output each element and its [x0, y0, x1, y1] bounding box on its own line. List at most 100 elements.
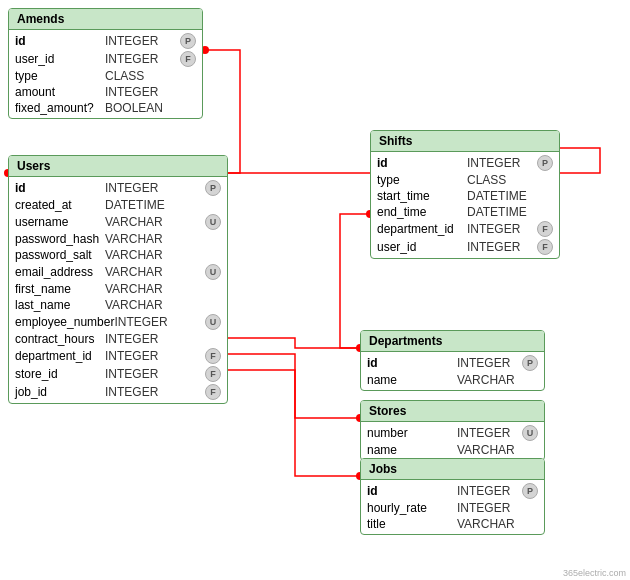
- badge-uk: U: [205, 314, 221, 330]
- col-type: VARCHAR: [105, 215, 201, 229]
- col-type: INTEGER: [105, 52, 176, 66]
- table-departments-header: Departments: [361, 331, 544, 352]
- col-type: BOOLEAN: [105, 101, 196, 115]
- connector-users-stores: [220, 354, 360, 418]
- col-type: VARCHAR: [457, 517, 538, 531]
- table-stores-body: number INTEGER U name VARCHAR: [361, 422, 544, 460]
- table-row: hourly_rate INTEGER: [361, 500, 544, 516]
- col-type: DATETIME: [105, 198, 221, 212]
- table-amends-header: Amends: [9, 9, 202, 30]
- col-type: INTEGER: [105, 181, 201, 195]
- table-users-body: id INTEGER P created_at DATETIME usernam…: [9, 177, 227, 403]
- table-row: department_id INTEGER F: [371, 220, 559, 238]
- badge-fk: F: [205, 366, 221, 382]
- col-type: DATETIME: [467, 189, 553, 203]
- table-departments: Departments id INTEGER P name VARCHAR: [360, 330, 545, 391]
- col-name: department_id: [15, 349, 105, 363]
- col-name: id: [367, 484, 457, 498]
- table-shifts: Shifts id INTEGER P type CLASS start_tim…: [370, 130, 560, 259]
- table-row: title VARCHAR: [361, 516, 544, 532]
- badge-uk: U: [205, 214, 221, 230]
- table-row: store_id INTEGER F: [9, 365, 227, 383]
- col-name: job_id: [15, 385, 105, 399]
- col-type: INTEGER: [457, 501, 538, 515]
- col-type: INTEGER: [457, 426, 518, 440]
- col-name: id: [377, 156, 467, 170]
- table-row: number INTEGER U: [361, 424, 544, 442]
- col-type: INTEGER: [467, 156, 533, 170]
- table-row: type CLASS: [371, 172, 559, 188]
- col-name: name: [367, 373, 457, 387]
- badge-fk: F: [537, 221, 553, 237]
- col-type: INTEGER: [457, 356, 518, 370]
- table-row: id INTEGER P: [361, 354, 544, 372]
- col-type: INTEGER: [105, 85, 196, 99]
- badge-fk: F: [205, 348, 221, 364]
- col-type: INTEGER: [467, 240, 533, 254]
- badge-pk: P: [522, 355, 538, 371]
- table-row: password_salt VARCHAR: [9, 247, 227, 263]
- badge-pk: P: [522, 483, 538, 499]
- watermark: 365electric.com: [563, 568, 626, 578]
- table-row: name VARCHAR: [361, 442, 544, 458]
- col-name: last_name: [15, 298, 105, 312]
- col-name: name: [367, 443, 457, 457]
- table-amends: Amends id INTEGER P user_id INTEGER F ty…: [8, 8, 203, 119]
- col-type: VARCHAR: [457, 373, 538, 387]
- table-shifts-body: id INTEGER P type CLASS start_time DATET…: [371, 152, 559, 258]
- table-row: amount INTEGER: [9, 84, 202, 100]
- col-type: INTEGER: [105, 34, 176, 48]
- table-jobs-body: id INTEGER P hourly_rate INTEGER title V…: [361, 480, 544, 534]
- col-name: amount: [15, 85, 105, 99]
- col-name: created_at: [15, 198, 105, 212]
- col-name: id: [15, 181, 105, 195]
- col-type: INTEGER: [457, 484, 518, 498]
- col-type: VARCHAR: [105, 265, 201, 279]
- table-row: last_name VARCHAR: [9, 297, 227, 313]
- table-users: Users id INTEGER P created_at DATETIME u…: [8, 155, 228, 404]
- col-type: INTEGER: [467, 222, 533, 236]
- col-name: contract_hours: [15, 332, 105, 346]
- table-row: name VARCHAR: [361, 372, 544, 388]
- table-amends-body: id INTEGER P user_id INTEGER F type CLAS…: [9, 30, 202, 118]
- badge-fk: F: [537, 239, 553, 255]
- badge-fk: F: [180, 51, 196, 67]
- badge-pk: P: [205, 180, 221, 196]
- table-row: job_id INTEGER F: [9, 383, 227, 401]
- col-type: INTEGER: [105, 332, 221, 346]
- col-type: INTEGER: [114, 315, 201, 329]
- connector-shifts-departments: [340, 214, 370, 348]
- col-name: email_address: [15, 265, 105, 279]
- col-name: store_id: [15, 367, 105, 381]
- col-name: hourly_rate: [367, 501, 457, 515]
- table-departments-body: id INTEGER P name VARCHAR: [361, 352, 544, 390]
- col-type: DATETIME: [467, 205, 553, 219]
- table-row: user_id INTEGER F: [371, 238, 559, 256]
- col-name: user_id: [15, 52, 105, 66]
- table-row: department_id INTEGER F: [9, 347, 227, 365]
- col-name: end_time: [377, 205, 467, 219]
- col-name: number: [367, 426, 457, 440]
- col-type: CLASS: [467, 173, 553, 187]
- col-type: CLASS: [105, 69, 196, 83]
- table-row: id INTEGER P: [361, 482, 544, 500]
- col-name: department_id: [377, 222, 467, 236]
- table-row: first_name VARCHAR: [9, 281, 227, 297]
- col-type: INTEGER: [105, 385, 201, 399]
- badge-pk: P: [537, 155, 553, 171]
- col-name: type: [15, 69, 105, 83]
- table-jobs-header: Jobs: [361, 459, 544, 480]
- table-row: start_time DATETIME: [371, 188, 559, 204]
- col-type: VARCHAR: [105, 298, 221, 312]
- table-row: created_at DATETIME: [9, 197, 227, 213]
- table-row: id INTEGER P: [9, 32, 202, 50]
- table-shifts-header: Shifts: [371, 131, 559, 152]
- table-stores-header: Stores: [361, 401, 544, 422]
- table-jobs: Jobs id INTEGER P hourly_rate INTEGER ti…: [360, 458, 545, 535]
- connector-users-departments: [220, 338, 360, 348]
- col-name: id: [15, 34, 105, 48]
- col-name: user_id: [377, 240, 467, 254]
- col-name: type: [377, 173, 467, 187]
- table-users-header: Users: [9, 156, 227, 177]
- col-name: username: [15, 215, 105, 229]
